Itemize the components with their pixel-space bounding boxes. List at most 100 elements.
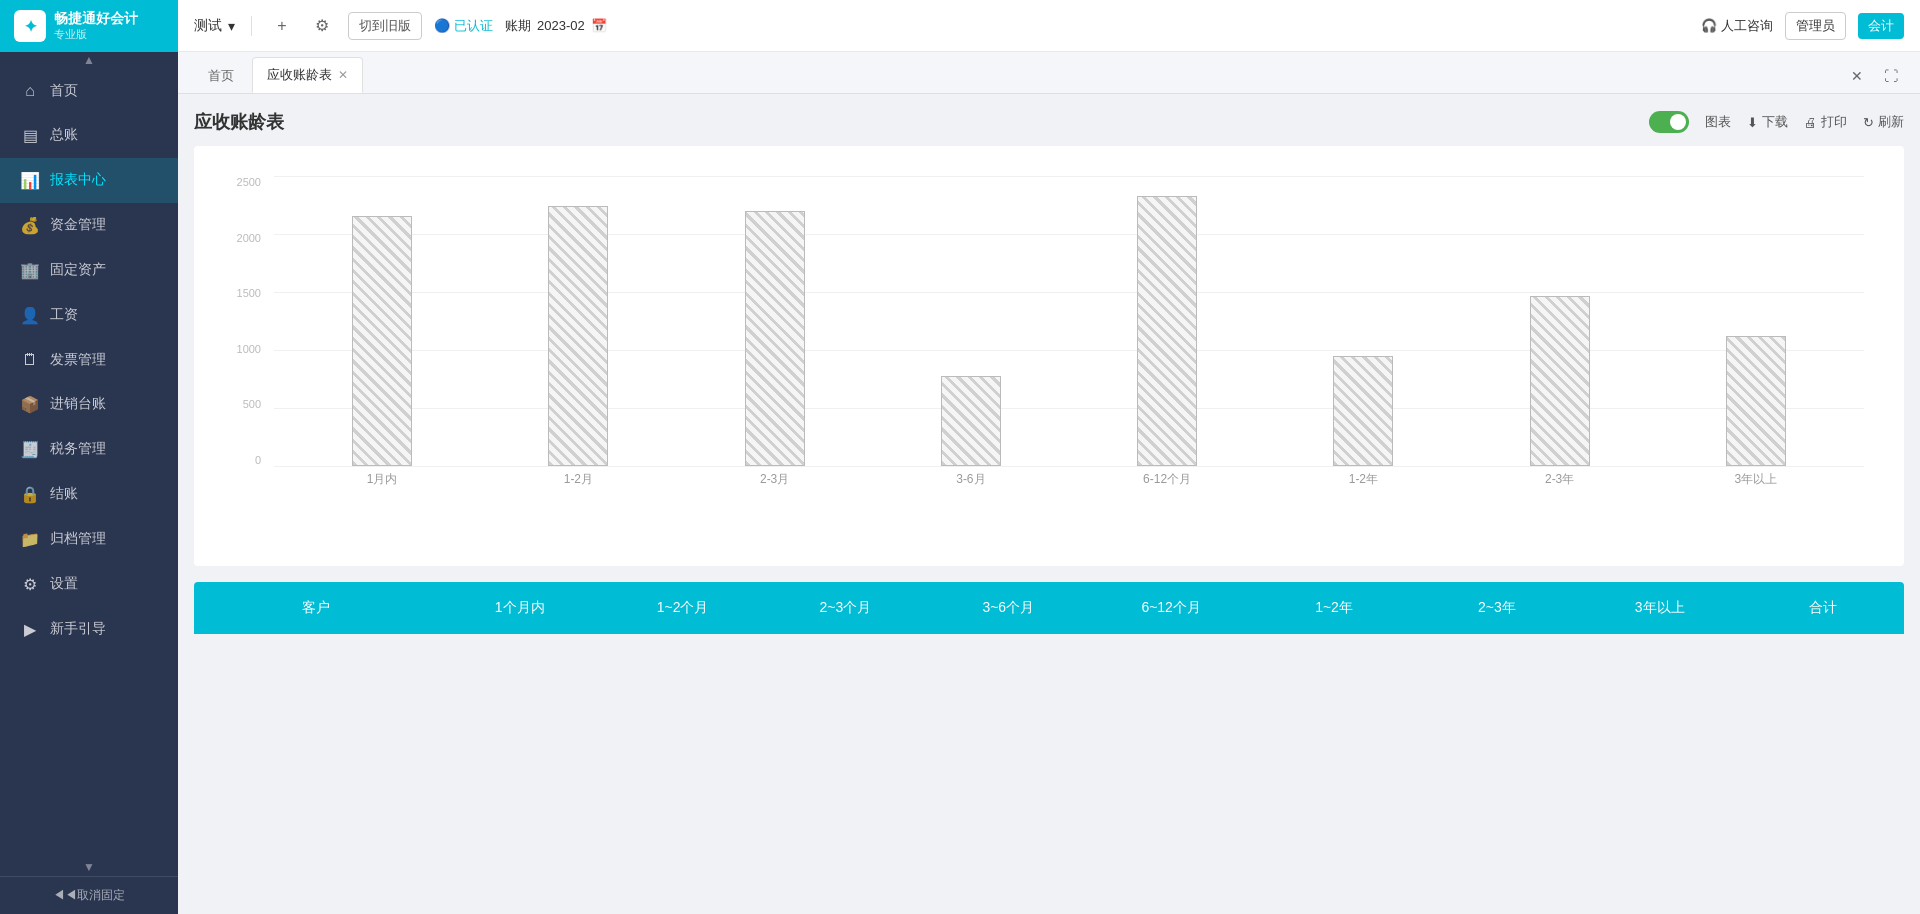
certified-badge: 🔵 已认证 bbox=[434, 17, 493, 35]
home-icon: ⌂ bbox=[20, 82, 40, 100]
print-button[interactable]: 🖨 打印 bbox=[1804, 113, 1847, 131]
company-settings-button[interactable]: ⚙ bbox=[308, 12, 336, 40]
col-1-2year: 1~2年 bbox=[1253, 582, 1416, 634]
bar-1month bbox=[284, 216, 480, 466]
col-6-12month: 6~12个月 bbox=[1090, 582, 1253, 634]
bar-1-2month bbox=[480, 206, 676, 466]
close-period-icon: 🔒 bbox=[20, 485, 40, 504]
guide-icon: ▶ bbox=[20, 620, 40, 639]
download-button[interactable]: ⬇ 下载 bbox=[1747, 113, 1788, 131]
reports-icon: 📊 bbox=[20, 171, 40, 190]
bar-value-1-2month bbox=[548, 206, 608, 466]
scroll-down-arrow[interactable]: ▼ bbox=[0, 859, 178, 876]
sidebar-item-invoice[interactable]: 🗒 发票管理 bbox=[0, 338, 178, 382]
sidebar-item-guide[interactable]: ▶ 新手引导 bbox=[0, 607, 178, 652]
bar-value-1month bbox=[352, 216, 412, 466]
accounting-period[interactable]: 账期 2023-02 📅 bbox=[505, 17, 607, 35]
bar-value-3-6month bbox=[941, 376, 1001, 466]
manager-button[interactable]: 管理员 bbox=[1785, 12, 1846, 40]
sidebar-item-reports[interactable]: 📊 报表中心 bbox=[0, 158, 178, 203]
page-actions: 图表 ⬇ 下载 🖨 打印 ↻ 刷新 bbox=[1649, 111, 1904, 133]
dropdown-icon: ▾ bbox=[228, 18, 235, 34]
window-close-button[interactable]: ✕ bbox=[1844, 63, 1870, 89]
tab-ar-aging[interactable]: 应收账龄表 ✕ bbox=[252, 57, 363, 93]
company-selector[interactable]: 测试 ▾ bbox=[194, 17, 235, 35]
print-icon: 🖨 bbox=[1804, 115, 1817, 130]
bar-value-2-3year bbox=[1530, 296, 1590, 466]
bar-6-12month bbox=[1069, 196, 1265, 466]
bar-2-3month bbox=[677, 211, 873, 466]
bar-1-2year bbox=[1265, 356, 1461, 466]
chart-label: 图表 bbox=[1705, 113, 1731, 131]
logo-icon: ✦ bbox=[14, 10, 46, 42]
calendar-icon: 📅 bbox=[591, 18, 607, 33]
customer-service-button[interactable]: 🎧 人工咨询 bbox=[1701, 17, 1773, 35]
sidebar-item-home[interactable]: ⌂ 首页 bbox=[0, 69, 178, 113]
old-version-button[interactable]: 切到旧版 bbox=[348, 12, 422, 40]
main-content: 测试 ▾ + ⚙ 切到旧版 🔵 已认证 账期 2023-02 📅 🎧 人工咨询 … bbox=[178, 0, 1920, 914]
window-expand-button[interactable]: ⛶ bbox=[1878, 63, 1904, 89]
topbar: 测试 ▾ + ⚙ 切到旧版 🔵 已认证 账期 2023-02 📅 🎧 人工咨询 … bbox=[178, 0, 1920, 52]
col-total: 合计 bbox=[1741, 582, 1904, 634]
bars-container bbox=[274, 176, 1864, 466]
bar-value-1-2year bbox=[1333, 356, 1393, 466]
col-2-3year: 2~3年 bbox=[1415, 582, 1578, 634]
scroll-up-arrow[interactable]: ▲ bbox=[0, 52, 178, 69]
x-axis: 1月内 1-2月 2-3月 3-6月 6-12个月 1-2年 2-3年 3年以上 bbox=[274, 471, 1864, 488]
sidebar: ✦ 畅捷通好会计 专业版 ▲ ⌂ 首页 ▤ 总账 📊 报表中心 💰 资金管理 🏢… bbox=[0, 0, 178, 914]
col-customer: 客户 bbox=[194, 582, 438, 634]
bar-value-3plus-year bbox=[1726, 336, 1786, 466]
sidebar-item-assets[interactable]: 🏢 固定资产 bbox=[0, 248, 178, 293]
bar-3plus-year bbox=[1658, 336, 1854, 466]
sidebar-item-settings[interactable]: ⚙ 设置 bbox=[0, 562, 178, 607]
headphone-icon: 🎧 bbox=[1701, 18, 1717, 33]
tab-close-button[interactable]: ✕ bbox=[338, 68, 348, 82]
settings-icon: ⚙ bbox=[20, 575, 40, 594]
salary-icon: 👤 bbox=[20, 306, 40, 325]
page-content: 应收账龄表 图表 ⬇ 下载 🖨 打印 ↻ 刷新 bbox=[178, 94, 1920, 914]
col-2-3month: 2~3个月 bbox=[764, 582, 927, 634]
sidebar-nav: ⌂ 首页 ▤ 总账 📊 报表中心 💰 资金管理 🏢 固定资产 👤 工资 🗒 发票… bbox=[0, 69, 178, 859]
sidebar-item-archive[interactable]: 📁 归档管理 bbox=[0, 517, 178, 562]
sidebar-item-sales[interactable]: 📦 进销台账 bbox=[0, 382, 178, 427]
sidebar-item-funds[interactable]: 💰 资金管理 bbox=[0, 203, 178, 248]
cancel-fixed-button[interactable]: ◀◀取消固定 bbox=[0, 876, 178, 914]
role-button[interactable]: 会计 bbox=[1858, 13, 1904, 39]
funds-icon: 💰 bbox=[20, 216, 40, 235]
col-3plus-year: 3年以上 bbox=[1578, 582, 1741, 634]
add-company-button[interactable]: + bbox=[268, 12, 296, 40]
refresh-icon: ↻ bbox=[1863, 115, 1874, 130]
bar-2-3year bbox=[1462, 296, 1658, 466]
col-3-6month: 3~6个月 bbox=[927, 582, 1090, 634]
bar-3-6month bbox=[873, 376, 1069, 466]
page-title: 应收账龄表 bbox=[194, 110, 284, 134]
divider-1 bbox=[251, 16, 252, 36]
topbar-right: 🎧 人工咨询 管理员 会计 bbox=[1701, 12, 1904, 40]
add-icon: + bbox=[277, 17, 286, 35]
logo-text: 畅捷通好会计 专业版 bbox=[54, 10, 138, 42]
chart-container: 0 500 1000 1500 2000 2500 bbox=[194, 146, 1904, 566]
tabbar: 首页 应收账龄表 ✕ ✕ ⛶ bbox=[178, 52, 1920, 94]
app-logo: ✦ 畅捷通好会计 专业版 bbox=[0, 0, 178, 52]
page-header: 应收账龄表 图表 ⬇ 下载 🖨 打印 ↻ 刷新 bbox=[194, 110, 1904, 134]
download-icon: ⬇ bbox=[1747, 115, 1758, 130]
table-header: 客户 1个月内 1~2个月 2~3个月 3~6个月 6~12个月 1~2年 2~… bbox=[194, 582, 1904, 634]
tax-icon: 🧾 bbox=[20, 440, 40, 459]
assets-icon: 🏢 bbox=[20, 261, 40, 280]
sidebar-item-ledger[interactable]: ▤ 总账 bbox=[0, 113, 178, 158]
bar-chart: 0 500 1000 1500 2000 2500 bbox=[214, 166, 1884, 526]
invoice-icon: 🗒 bbox=[20, 351, 40, 369]
tab-home[interactable]: 首页 bbox=[194, 59, 248, 93]
ledger-icon: ▤ bbox=[20, 126, 40, 145]
col-1-2month: 1~2个月 bbox=[601, 582, 764, 634]
col-1month: 1个月内 bbox=[438, 582, 601, 634]
y-axis: 0 500 1000 1500 2000 2500 bbox=[214, 176, 269, 466]
sidebar-item-tax[interactable]: 🧾 税务管理 bbox=[0, 427, 178, 472]
gear-icon: ⚙ bbox=[315, 16, 329, 35]
tabbar-action-group: ✕ ⛶ bbox=[1844, 63, 1904, 93]
refresh-button[interactable]: ↻ 刷新 bbox=[1863, 113, 1904, 131]
sidebar-item-salary[interactable]: 👤 工资 bbox=[0, 293, 178, 338]
sidebar-item-close[interactable]: 🔒 结账 bbox=[0, 472, 178, 517]
chart-toggle[interactable] bbox=[1649, 111, 1689, 133]
bar-value-6-12month bbox=[1137, 196, 1197, 466]
